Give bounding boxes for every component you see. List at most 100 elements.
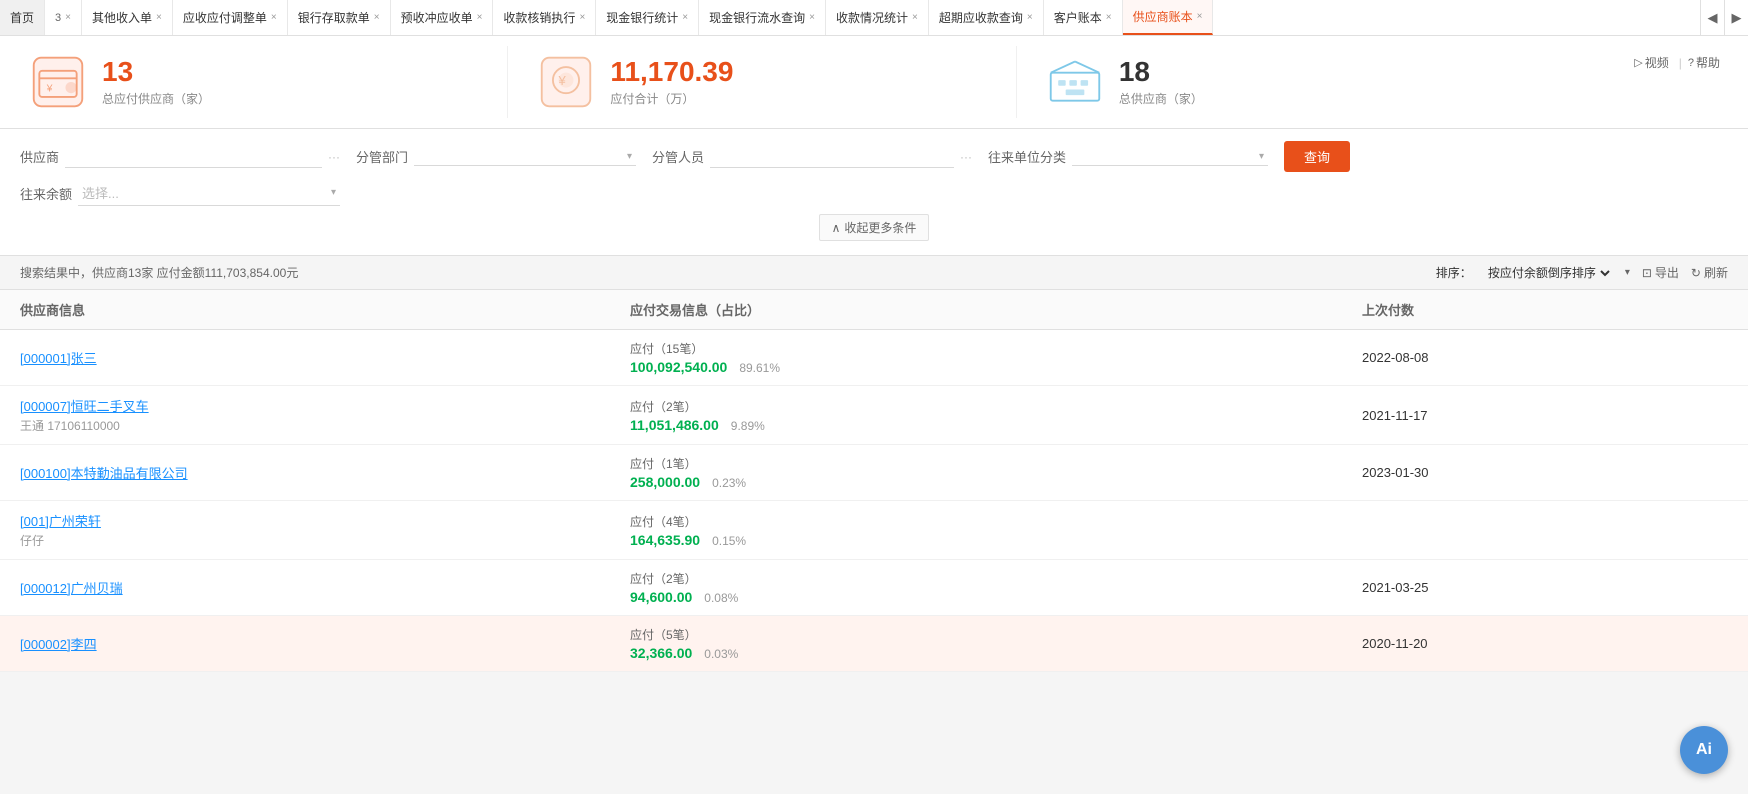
nav-item-customer-ledger[interactable]: 客户账本 ×: [1044, 0, 1123, 35]
balance-chevron-down-icon: ▾: [331, 187, 336, 198]
last-payment-cell-3: [1362, 501, 1728, 559]
video-link[interactable]: 视频: [1645, 54, 1669, 71]
filter-row-1: 供应商 ··· 分管部门 ▾ 分管人员 ··· 往来单位分类 ▾ 查询: [20, 141, 1728, 172]
trans-percent-0: 89.61%: [739, 361, 780, 375]
nav-arrow-left[interactable]: ◀: [1700, 0, 1724, 36]
close-icon-adjustment[interactable]: ×: [271, 12, 277, 23]
supplier-link-2[interactable]: [000100]本特勤油品有限公司: [20, 463, 630, 482]
close-icon-prepay[interactable]: ×: [477, 12, 483, 23]
supplier-sub-1: 王通 17106110000: [20, 417, 630, 434]
trans-percent-3: 0.15%: [712, 534, 746, 548]
close-icon-cash-flow[interactable]: ×: [809, 12, 815, 23]
supplier-cell-5: [000002]李四: [20, 616, 630, 671]
nav-arrow-right[interactable]: ▶: [1724, 0, 1748, 36]
close-icon-other-income[interactable]: ×: [156, 12, 162, 23]
payment-date-1: 2021-11-17: [1362, 408, 1728, 423]
payable-suppliers-icon: ¥: [30, 54, 86, 110]
ai-badge-label: Ai: [1696, 741, 1712, 759]
table-row: [000001]张三 应付（15笔） 100,092,540.00 89.61%…: [0, 330, 1748, 386]
person-dots[interactable]: ···: [960, 150, 972, 164]
trans-amount-2: 258,000.00: [630, 474, 700, 490]
close-icon-collection[interactable]: ×: [579, 12, 585, 23]
trans-amount-3: 164,635.90: [630, 532, 700, 548]
filter-row-2: 往来余额 选择... ▾: [20, 180, 1728, 206]
svg-text:¥: ¥: [46, 83, 53, 94]
collapse-button[interactable]: ∧ 收起更多条件: [819, 214, 930, 241]
collapse-chevron-up-icon: ∧: [832, 221, 841, 235]
payment-date-2: 2023-01-30: [1362, 465, 1728, 480]
nav-label-collection: 收款核销执行: [503, 9, 575, 26]
person-input[interactable]: [710, 146, 954, 168]
collapse-area: ∧ 收起更多条件: [20, 214, 1728, 241]
payment-date-4: 2021-03-25: [1362, 580, 1728, 595]
dept-select[interactable]: ▾: [414, 148, 636, 166]
trans-label-1: 应付（2笔）: [630, 398, 1362, 415]
close-icon-bank[interactable]: ×: [374, 12, 380, 23]
header-last-payment: 上次付数: [1362, 300, 1728, 319]
nav-item-adjustment[interactable]: 应收应付调整单 ×: [173, 0, 288, 35]
last-payment-cell-0: 2022-08-08: [1362, 330, 1728, 385]
dept-label: 分管部门: [356, 147, 408, 166]
supplier-link-3[interactable]: [001]广州荣轩: [20, 511, 630, 530]
supplier-dots[interactable]: ···: [328, 150, 340, 164]
trans-percent-4: 0.08%: [704, 591, 738, 605]
close-icon-3[interactable]: ×: [65, 12, 71, 23]
total-suppliers-number: 18: [1119, 57, 1203, 88]
nav-item-cash-flow[interactable]: 现金银行流水查询 ×: [699, 0, 826, 35]
nav-item-supplier-ledger[interactable]: 供应商账本 ×: [1123, 0, 1214, 35]
close-icon-collection-stats[interactable]: ×: [912, 12, 918, 23]
payable-total-label: 应付合计（万）: [610, 90, 733, 107]
trans-percent-1: 9.89%: [731, 419, 765, 433]
supplier-cell-0: [000001]张三: [20, 330, 630, 385]
query-button[interactable]: 查询: [1284, 141, 1350, 172]
nav-item-overdue[interactable]: 超期应收款查询 ×: [929, 0, 1044, 35]
trans-label-5: 应付（5笔）: [630, 626, 1362, 643]
close-icon-overdue[interactable]: ×: [1027, 12, 1033, 23]
refresh-label: 刷新: [1704, 264, 1728, 281]
table-row: [000100]本特勤油品有限公司 应付（1笔） 258,000.00 0.23…: [0, 445, 1748, 501]
nav-item-3[interactable]: 3 ×: [45, 0, 82, 35]
nav-label-adjustment: 应收应付调整单: [183, 9, 267, 26]
trans-percent-2: 0.23%: [712, 476, 746, 490]
ai-badge[interactable]: Ai: [1680, 726, 1728, 774]
filter-category: 往来单位分类 ▾: [988, 147, 1268, 166]
trans-amount-0: 100,092,540.00: [630, 359, 727, 375]
balance-select[interactable]: 选择... ▾: [78, 180, 340, 206]
supplier-link-0[interactable]: [000001]张三: [20, 348, 630, 367]
supplier-input[interactable]: [65, 146, 322, 168]
close-icon-supplier-ledger[interactable]: ×: [1197, 11, 1203, 22]
trans-amount-1: 11,051,486.00: [630, 417, 719, 433]
summary-bar: ¥ 13 总应付供应商（家） ¥ 11,170.39 应付合计（万）: [0, 36, 1748, 129]
help-link[interactable]: 帮助: [1696, 54, 1720, 71]
category-select[interactable]: ▾: [1072, 148, 1268, 166]
trans-label-2: 应付（1笔）: [630, 455, 1362, 472]
category-label: 往来单位分类: [988, 147, 1066, 166]
supplier-link-4[interactable]: [000012]广州贝瑞: [20, 578, 630, 597]
supplier-link-1[interactable]: [000007]恒旺二手叉车: [20, 396, 630, 415]
transaction-cell-4: 应付（2笔） 94,600.00 0.08%: [630, 560, 1362, 615]
nav-item-bank[interactable]: 银行存取款单 ×: [288, 0, 391, 35]
nav-item-prepay[interactable]: 预收冲应收单 ×: [391, 0, 494, 35]
export-label: 导出: [1655, 264, 1679, 281]
filter-dept: 分管部门 ▾: [356, 147, 636, 166]
nav-item-collection-stats[interactable]: 收款情况统计 ×: [826, 0, 929, 35]
filter-balance: 往来余额 选择... ▾: [20, 180, 340, 206]
transaction-cell-1: 应付（2笔） 11,051,486.00 9.89%: [630, 386, 1362, 444]
summary-content-total-suppliers: 18 总供应商（家）: [1119, 57, 1203, 107]
nav-item-other-income[interactable]: 其他收入单 ×: [82, 0, 173, 35]
trans-amount-5: 32,366.00: [630, 645, 692, 661]
refresh-button[interactable]: ↻ 刷新: [1691, 264, 1728, 281]
sort-label: 排序：: [1436, 264, 1472, 281]
export-button[interactable]: ⊡ 导出: [1642, 264, 1679, 281]
supplier-label: 供应商: [20, 147, 59, 166]
close-icon-customer-ledger[interactable]: ×: [1106, 12, 1112, 23]
supplier-link-5[interactable]: [000002]李四: [20, 634, 630, 653]
nav-item-cash-stats[interactable]: 现金银行统计 ×: [596, 0, 699, 35]
nav-item-home[interactable]: 首页: [0, 0, 45, 35]
result-actions: 排序： 按应付余额倒序排序 ▾ ⊡ 导出 ↻ 刷新: [1436, 264, 1728, 281]
trans-row-2: 258,000.00 0.23%: [630, 474, 1362, 490]
nav-item-collection[interactable]: 收款核销执行 ×: [493, 0, 596, 35]
summary-card-payable-total: ¥ 11,170.39 应付合计（万）: [508, 46, 1016, 118]
sort-select[interactable]: 按应付余额倒序排序: [1484, 265, 1613, 281]
close-icon-cash-stats[interactable]: ×: [682, 12, 688, 23]
